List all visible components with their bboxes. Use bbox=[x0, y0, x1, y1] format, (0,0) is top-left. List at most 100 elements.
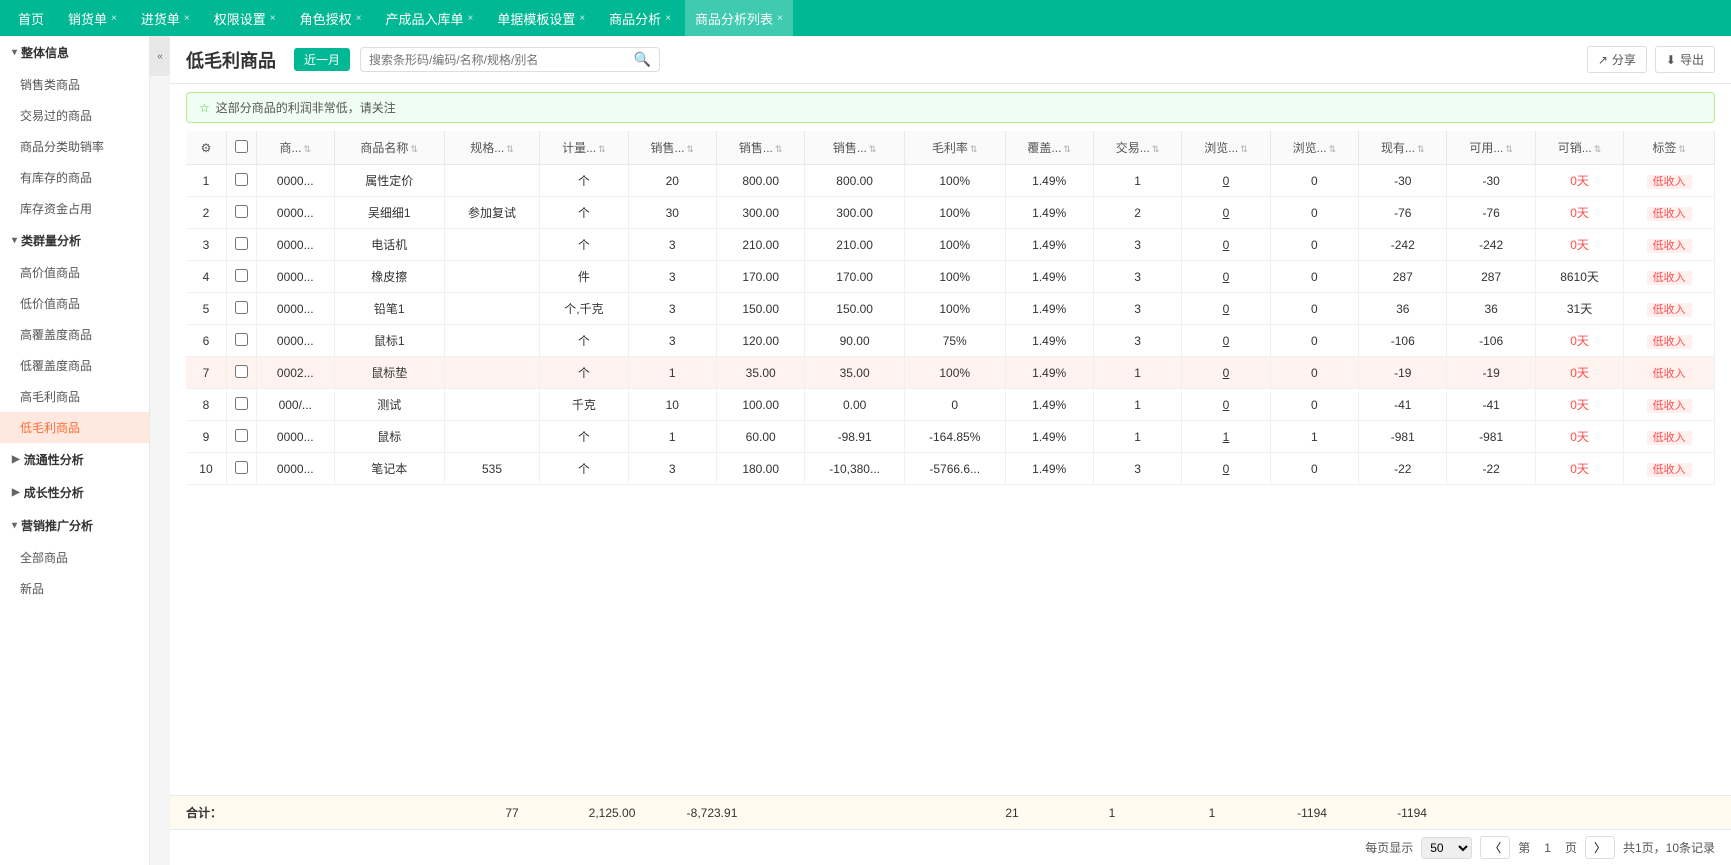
row-available: -106 bbox=[1447, 325, 1535, 357]
row-checkbox[interactable] bbox=[226, 389, 256, 421]
arrow-icon3: ▶ bbox=[12, 454, 20, 465]
col-available[interactable]: 可用...⇅ bbox=[1447, 131, 1535, 165]
col-sales-amount[interactable]: 销售...⇅ bbox=[805, 131, 905, 165]
select-all-checkbox[interactable] bbox=[235, 140, 248, 153]
next-page-button[interactable]: 〉 bbox=[1585, 836, 1615, 859]
col-sellable[interactable]: 可销...⇅ bbox=[1535, 131, 1623, 165]
col-spec[interactable]: 规格...⇅ bbox=[444, 131, 539, 165]
row-checkbox[interactable] bbox=[226, 357, 256, 389]
nav-sales-order-close[interactable]: × bbox=[111, 13, 117, 24]
col-views2[interactable]: 浏览...⇅ bbox=[1270, 131, 1358, 165]
sidebar-item-stock-capital[interactable]: 库存资金占用 bbox=[0, 193, 149, 224]
nav-product-analysis-list[interactable]: 商品分析列表 × bbox=[685, 0, 793, 36]
sidebar-item-high-coverage[interactable]: 高覆盖度商品 bbox=[0, 319, 149, 350]
sidebar-group-cluster[interactable]: ▾ 类群量分析 bbox=[0, 224, 149, 257]
row-views1[interactable]: 0 bbox=[1182, 165, 1270, 197]
col-current-stock[interactable]: 现有...⇅ bbox=[1359, 131, 1447, 165]
row-checkbox[interactable] bbox=[226, 421, 256, 453]
col-views1[interactable]: 浏览...⇅ bbox=[1182, 131, 1270, 165]
nav-finished-goods-close[interactable]: × bbox=[467, 13, 473, 24]
sidebar-item-category-sales-rate[interactable]: 商品分类助销率 bbox=[0, 131, 149, 162]
col-tag[interactable]: 标签⇅ bbox=[1624, 131, 1715, 165]
col-gross-margin[interactable]: 毛利率⇅ bbox=[904, 131, 1005, 165]
sidebar-item-high-margin[interactable]: 高毛利商品 bbox=[0, 381, 149, 412]
filter-button[interactable]: 近一月 bbox=[294, 48, 350, 71]
nav-finished-goods[interactable]: 产成品入库单 × bbox=[375, 0, 483, 36]
sidebar-item-new-products[interactable]: 新品 bbox=[0, 573, 149, 604]
nav-product-analysis-list-close[interactable]: × bbox=[777, 13, 783, 24]
row-current-stock: -19 bbox=[1359, 357, 1447, 389]
sidebar-item-high-value[interactable]: 高价值商品 bbox=[0, 257, 149, 288]
nav-product-analysis[interactable]: 商品分析 × bbox=[599, 0, 681, 36]
row-views1[interactable]: 0 bbox=[1182, 229, 1270, 261]
row-views1[interactable]: 0 bbox=[1182, 453, 1270, 485]
row-views1[interactable]: 0 bbox=[1182, 197, 1270, 229]
row-unit: 千克 bbox=[540, 389, 628, 421]
sidebar-item-all-products[interactable]: 全部商品 bbox=[0, 542, 149, 573]
sidebar-group-overview[interactable]: ▾ 整体信息 bbox=[0, 36, 149, 69]
sidebar-item-low-value[interactable]: 低价值商品 bbox=[0, 288, 149, 319]
col-transactions[interactable]: 交易...⇅ bbox=[1093, 131, 1181, 165]
per-page-select[interactable]: 50 20 100 bbox=[1421, 837, 1472, 859]
nav-purchase-order[interactable]: 进货单 × bbox=[131, 0, 200, 36]
row-checkbox[interactable] bbox=[226, 261, 256, 293]
footer-views2: 1 bbox=[1172, 806, 1252, 820]
row-views1[interactable]: 0 bbox=[1182, 357, 1270, 389]
table-row: 6 0000... 鼠标1 个 3 120.00 90.00 75% 1.49%… bbox=[186, 325, 1715, 357]
row-checkbox[interactable] bbox=[226, 293, 256, 325]
sidebar-item-sales-products[interactable]: 销售类商品 bbox=[0, 69, 149, 100]
data-table: ⚙ 商...⇅ 商品名称⇅ 规格...⇅ 计量...⇅ 销售...⇅ 销售...… bbox=[186, 131, 1715, 485]
nav-permission-close[interactable]: × bbox=[270, 13, 276, 24]
col-checkbox[interactable] bbox=[226, 131, 256, 165]
row-views1[interactable]: 0 bbox=[1182, 293, 1270, 325]
nav-role-auth-close[interactable]: × bbox=[356, 13, 362, 24]
row-views1[interactable]: 0 bbox=[1182, 325, 1270, 357]
row-checkbox[interactable] bbox=[226, 229, 256, 261]
prev-page-button[interactable]: 〈 bbox=[1480, 836, 1510, 859]
row-checkbox[interactable] bbox=[226, 325, 256, 357]
sidebar-item-low-margin[interactable]: 低毛利商品 bbox=[0, 412, 149, 443]
nav-sales-order[interactable]: 销货单 × bbox=[58, 0, 127, 36]
nav-role-auth[interactable]: 角色授权 × bbox=[290, 0, 372, 36]
search-box: 🔍 bbox=[360, 47, 660, 72]
sidebar-item-traded-products[interactable]: 交易过的商品 bbox=[0, 100, 149, 131]
search-input[interactable] bbox=[369, 53, 634, 67]
row-unit: 个 bbox=[540, 229, 628, 261]
row-views1[interactable]: 0 bbox=[1182, 389, 1270, 421]
sidebar-group-marketing[interactable]: ▾ 营销推广分析 bbox=[0, 509, 149, 542]
sidebar-group-growth[interactable]: ▶ 成长性分析 bbox=[0, 476, 149, 509]
sidebar-collapse-button[interactable]: « bbox=[150, 36, 170, 76]
sidebar-group-circulation[interactable]: ▶ 流通性分析 bbox=[0, 443, 149, 476]
nav-template-close[interactable]: × bbox=[579, 13, 585, 24]
col-unit[interactable]: 计量...⇅ bbox=[540, 131, 628, 165]
col-code[interactable]: 商...⇅ bbox=[256, 131, 334, 165]
search-icon[interactable]: 🔍 bbox=[634, 51, 651, 68]
nav-permission[interactable]: 权限设置 × bbox=[204, 0, 286, 36]
col-settings[interactable]: ⚙ bbox=[186, 131, 226, 165]
row-checkbox[interactable] bbox=[226, 197, 256, 229]
col-name[interactable]: 商品名称⇅ bbox=[334, 131, 444, 165]
row-code: 0002... bbox=[256, 357, 334, 389]
row-views1[interactable]: 0 bbox=[1182, 261, 1270, 293]
share-button[interactable]: ↗ 分享 bbox=[1587, 46, 1647, 73]
nav-purchase-order-close[interactable]: × bbox=[184, 13, 190, 24]
col-coverage[interactable]: 覆盖...⇅ bbox=[1005, 131, 1093, 165]
row-tag: 低收入 bbox=[1624, 261, 1715, 293]
row-unit: 个 bbox=[540, 165, 628, 197]
row-sales-price: 35.00 bbox=[716, 357, 804, 389]
col-sales-qty[interactable]: 销售...⇅ bbox=[628, 131, 716, 165]
sidebar-item-low-coverage[interactable]: 低覆盖度商品 bbox=[0, 350, 149, 381]
row-checkbox[interactable] bbox=[226, 453, 256, 485]
export-button[interactable]: ⬇ 导出 bbox=[1655, 46, 1715, 73]
nav-template[interactable]: 单据模板设置 × bbox=[487, 0, 595, 36]
page-end-label: 页 bbox=[1565, 839, 1577, 856]
row-views1[interactable]: 1 bbox=[1182, 421, 1270, 453]
row-checkbox[interactable] bbox=[226, 165, 256, 197]
row-available: -30 bbox=[1447, 165, 1535, 197]
row-views2: 0 bbox=[1270, 165, 1358, 197]
sidebar-item-stocked-products[interactable]: 有库存的商品 bbox=[0, 162, 149, 193]
row-tag: 低收入 bbox=[1624, 165, 1715, 197]
nav-home[interactable]: 首页 bbox=[8, 0, 54, 36]
nav-product-analysis-close[interactable]: × bbox=[665, 13, 671, 24]
col-sales-price[interactable]: 销售...⇅ bbox=[716, 131, 804, 165]
